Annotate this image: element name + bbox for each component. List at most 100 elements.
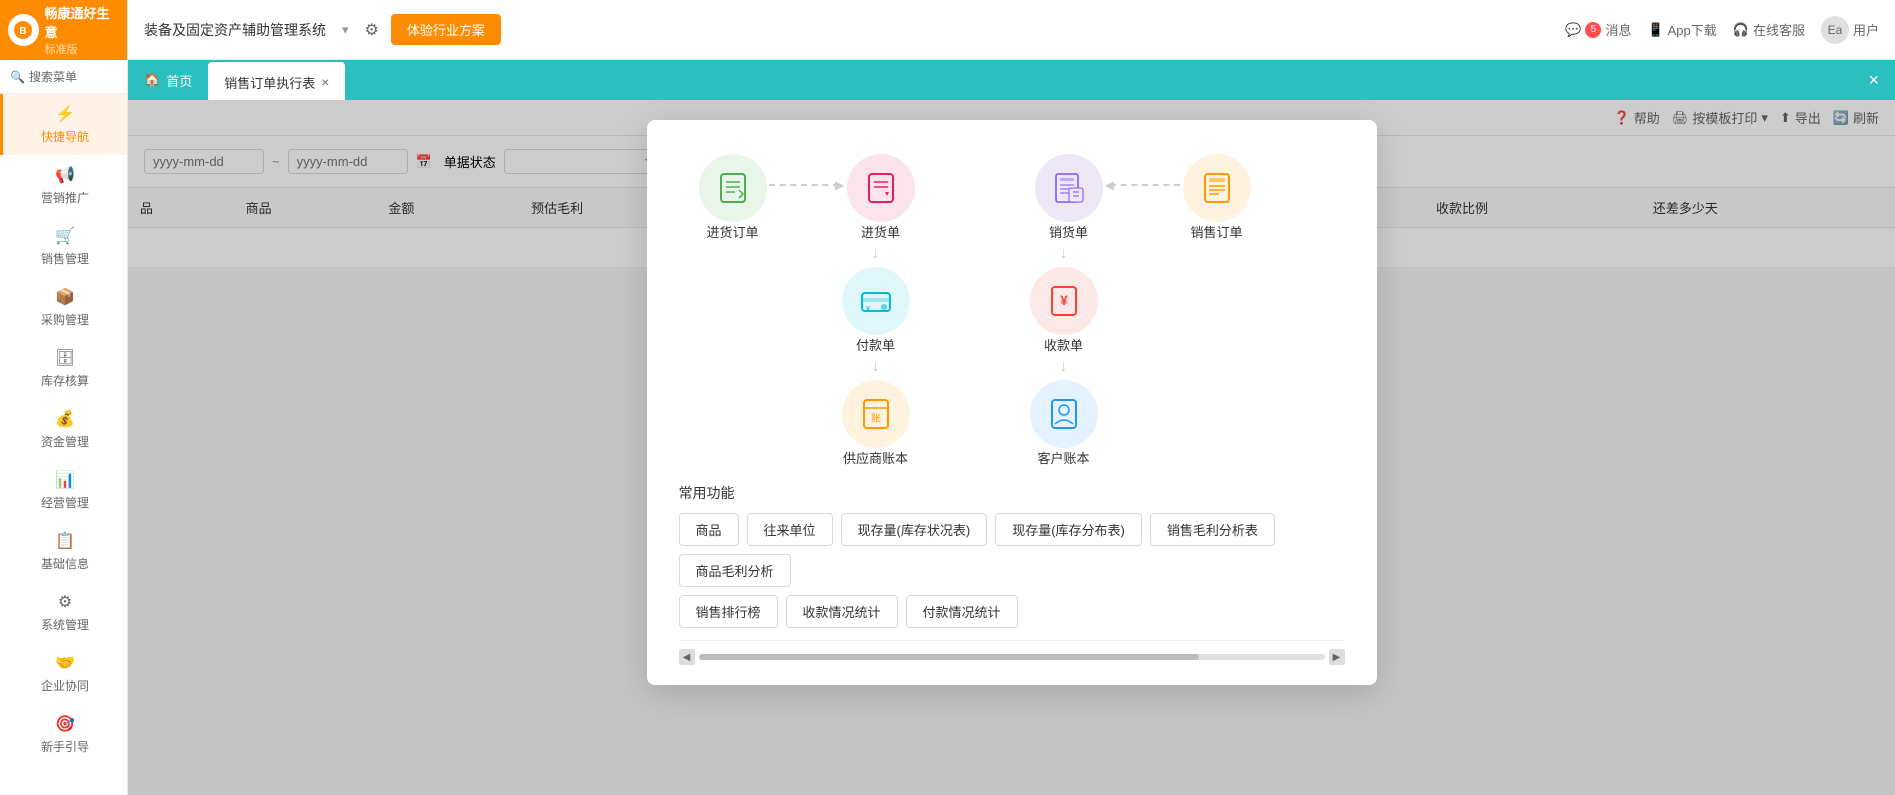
download-icon: 📱 xyxy=(1647,22,1663,38)
newbie-icon: 🎯 xyxy=(55,714,75,734)
svg-text:¥: ¥ xyxy=(866,306,870,313)
func-btn-receipt-stats[interactable]: 收款情况统计 xyxy=(786,595,898,628)
purchase-bill-icon[interactable] xyxy=(847,154,915,222)
sales-bill-icon[interactable] xyxy=(1035,154,1103,222)
system-icon: ⚙ xyxy=(58,592,72,612)
message-label: 消息 xyxy=(1605,20,1631,39)
func-btn-stock-status[interactable]: 现存量(库存状况表) xyxy=(841,513,988,546)
func-row-2: 销售排行榜 收款情况统计 付款情况统计 xyxy=(679,595,1345,628)
flow-item-receipt: ¥ 收款单 xyxy=(1030,267,1098,354)
user-menu[interactable]: Ea 用户 xyxy=(1821,16,1879,44)
app-download-label: App下载 xyxy=(1668,20,1717,39)
sidebar-item-finance[interactable]: 💰 资金管理 xyxy=(0,399,127,460)
main-content: 装备及固定资产辅助管理系统 ▾ ⚙ 体验行业方案 💬 5 消息 📱 App下载 … xyxy=(128,0,1895,795)
sidebar-item-quick-nav[interactable]: ⚡ 快捷导航 xyxy=(0,94,127,155)
sidebar-item-inventory[interactable]: 🗄 库存核算 xyxy=(0,338,127,399)
logo-text: 畅康通好生意 标准版 xyxy=(45,3,119,57)
service-icon: 🎧 xyxy=(1733,22,1749,38)
tab-close-icon[interactable]: × xyxy=(321,74,329,90)
flow-item-purchase-order: 进货订单 xyxy=(699,154,767,241)
func-btn-sales-rank[interactable]: 销售排行榜 xyxy=(679,595,778,628)
func-btn-payment-stats[interactable]: 付款情况统计 xyxy=(906,595,1018,628)
modal-overlay: 进货订单 ▶ 进 xyxy=(128,100,1895,795)
system-title: 装备及固定资产辅助管理系统 xyxy=(144,20,326,40)
sidebar-item-label: 营销推广 xyxy=(41,189,89,206)
sales-order-label: 销售订单 xyxy=(1190,222,1242,241)
customer-ledger-label: 客户账本 xyxy=(1037,448,1089,467)
sales-bill-label: 销货单 xyxy=(1049,222,1088,241)
sidebar-item-marketing[interactable]: 📢 营销推广 xyxy=(0,155,127,216)
flow-bottom-row: 账 供应商账本 客户账本 xyxy=(679,380,1345,467)
func-btn-product-profit[interactable]: 商品毛利分析 xyxy=(679,554,791,587)
home-icon: 🏠 xyxy=(144,72,160,88)
tab-sales-order[interactable]: 销售订单执行表 × xyxy=(208,62,345,102)
scrollbar-right-btn[interactable]: ▶ xyxy=(1329,649,1345,665)
corp-icon: 🤝 xyxy=(55,653,75,673)
purchase-order-icon[interactable] xyxy=(699,154,767,222)
search-label: 搜索菜单 xyxy=(29,68,77,85)
basic-icon: 📋 xyxy=(55,531,75,551)
top-bar-right: 💬 5 消息 📱 App下载 🎧 在线客服 Ea 用户 xyxy=(1565,16,1879,44)
online-service-btn[interactable]: 🎧 在线客服 xyxy=(1733,20,1805,39)
scrollbar-left-btn[interactable]: ◀ xyxy=(679,649,695,665)
user-label: 用户 xyxy=(1853,20,1879,39)
svg-text:账: 账 xyxy=(871,413,881,425)
inventory-icon: 🗄 xyxy=(55,348,75,368)
common-functions-section: 常用功能 商品 往来单位 现存量(库存状况表) 现存量(库存分布表) 销售毛利分… xyxy=(679,483,1345,628)
customer-ledger-icon[interactable] xyxy=(1030,380,1098,448)
flow-down-arrows-row: ↓ ↓ xyxy=(679,245,1345,263)
scrollbar-track[interactable] xyxy=(699,654,1325,660)
sales-order-icon[interactable] xyxy=(1183,154,1251,222)
flow-item-payment: ¥ 付款单 xyxy=(842,267,910,354)
func-btn-stock-dist[interactable]: 现存量(库存分布表) xyxy=(995,513,1142,546)
sidebar-item-newbie[interactable]: 🎯 新手引导 xyxy=(0,704,127,765)
supplier-ledger-icon[interactable]: 账 xyxy=(842,380,910,448)
sidebar-item-basic[interactable]: 📋 基础信息 xyxy=(0,521,127,582)
app-download-btn[interactable]: 📱 App下载 xyxy=(1647,20,1716,39)
message-btn[interactable]: 💬 5 消息 xyxy=(1565,20,1631,39)
sidebar-item-label: 企业协同 xyxy=(41,677,89,694)
sidebar-item-purchase[interactable]: 📦 采购管理 xyxy=(0,277,127,338)
sidebar-item-label: 系统管理 xyxy=(41,616,89,633)
sidebar-item-label: 快捷导航 xyxy=(41,128,89,145)
message-badge: 5 xyxy=(1585,22,1601,38)
sidebar-item-corp[interactable]: 🤝 企业协同 xyxy=(0,643,127,704)
sidebar-item-system[interactable]: ⚙ 系统管理 xyxy=(0,582,127,643)
sidebar-nav: ⚡ 快捷导航 📢 营销推广 🛒 销售管理 📦 采购管理 🗄 库存核算 💰 xyxy=(0,94,127,795)
tab-sales-order-label: 销售订单执行表 xyxy=(224,73,315,92)
tab-bar-close-btn[interactable]: × xyxy=(1852,70,1895,91)
sidebar-search[interactable]: 🔍 搜索菜单 xyxy=(0,60,127,94)
connector-2: ◀ xyxy=(1103,154,1183,192)
marketing-icon: 📢 xyxy=(55,165,75,185)
svg-text:B: B xyxy=(20,26,27,37)
func-btn-product[interactable]: 商品 xyxy=(679,513,739,546)
service-label: 在线客服 xyxy=(1753,20,1805,39)
experience-btn[interactable]: 体验行业方案 xyxy=(391,14,501,45)
settings-icon[interactable]: ⚙ xyxy=(365,20,379,40)
tab-home[interactable]: 🏠 首页 xyxy=(128,60,208,100)
top-bar: 装备及固定资产辅助管理系统 ▾ ⚙ 体验行业方案 💬 5 消息 📱 App下载 … xyxy=(128,0,1895,60)
payment-label: 付款单 xyxy=(856,335,895,354)
search-icon: 🔍 xyxy=(10,70,25,84)
func-btn-counterpart[interactable]: 往来单位 xyxy=(747,513,833,546)
receipt-icon[interactable]: ¥ xyxy=(1030,267,1098,335)
tab-bar: 🏠 首页 销售订单执行表 × × xyxy=(128,60,1895,100)
finance-icon: 💰 xyxy=(55,409,75,429)
avatar: Ea xyxy=(1821,16,1849,44)
func-title: 常用功能 xyxy=(679,483,1345,503)
receipt-label: 收款单 xyxy=(1044,335,1083,354)
dropdown-arrow-icon: ▾ xyxy=(342,22,349,38)
connector-1: ▶ xyxy=(767,154,847,192)
message-icon: 💬 xyxy=(1565,22,1581,38)
func-btn-sales-profit[interactable]: 销售毛利分析表 xyxy=(1150,513,1275,546)
svg-text:¥: ¥ xyxy=(1060,292,1068,308)
flow-down-arrows-row2: ↓ ↓ xyxy=(679,358,1345,376)
sidebar-item-operation[interactable]: 📊 经营管理 xyxy=(0,460,127,521)
sidebar-item-label: 库存核算 xyxy=(41,372,89,389)
sales-icon: 🛒 xyxy=(55,226,75,246)
quick-nav-icon: ⚡ xyxy=(55,104,75,124)
payment-icon[interactable]: ¥ xyxy=(842,267,910,335)
flow-item-customer-ledger: 客户账本 xyxy=(1030,380,1098,467)
sidebar-item-sales[interactable]: 🛒 销售管理 xyxy=(0,216,127,277)
func-row-1: 商品 往来单位 现存量(库存状况表) 现存量(库存分布表) 销售毛利分析表 商品… xyxy=(679,513,1345,587)
